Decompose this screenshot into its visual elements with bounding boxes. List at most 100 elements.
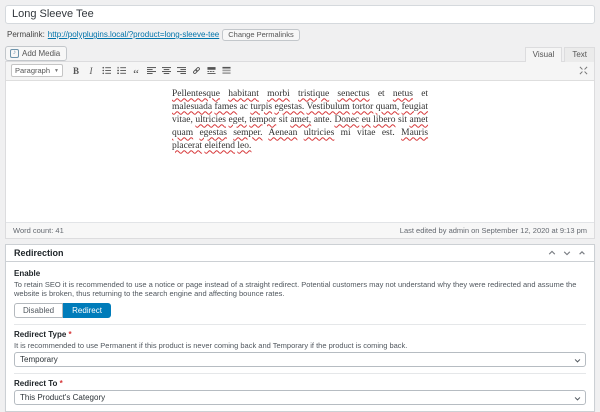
content-word: leo. xyxy=(237,141,251,151)
redirection-metabox-header: Redirection xyxy=(6,245,594,262)
content-word: mi xyxy=(341,128,351,138)
numbered-list-button[interactable] xyxy=(115,64,127,77)
link-icon xyxy=(192,63,201,78)
paragraph-format-dropdown[interactable]: Paragraph ▼ xyxy=(11,64,63,77)
toolbar-toggle-icon xyxy=(222,63,231,78)
edit-product-page: Permalink: http://polyplugins.local/?pro… xyxy=(0,0,600,412)
move-up-icon[interactable] xyxy=(548,249,556,257)
content-word: tortor xyxy=(352,102,373,112)
content-word: Vestibulum xyxy=(307,102,350,112)
align-right-button[interactable] xyxy=(175,64,187,77)
redirect-type-selected-value: Temporary xyxy=(20,355,58,364)
required-asterisk: * xyxy=(60,379,63,388)
bullet-list-button[interactable] xyxy=(100,64,112,77)
content-word: feugiat xyxy=(402,102,428,112)
required-asterisk: * xyxy=(69,330,72,339)
editor-mode-tabs: Visual Text xyxy=(525,47,595,62)
editor-tools-row: ♪ Add Media Visual Text xyxy=(5,44,595,61)
editor-content-area[interactable]: Pellentesque habitant morbi tristique se… xyxy=(6,81,594,222)
section-divider xyxy=(14,373,586,374)
permalink-url[interactable]: http://polyplugins.local/?product=long-s… xyxy=(48,30,219,39)
content-word: netus xyxy=(393,89,413,99)
more-tag-icon xyxy=(207,63,216,78)
content-word: placerat xyxy=(172,141,202,151)
editor-statusbar: Word count: 41 Last edited by admin on S… xyxy=(6,222,594,238)
more-tag-button[interactable] xyxy=(205,64,217,77)
editor-toolbar: Paragraph ▼ B I “ xyxy=(6,62,594,81)
redirection-metabox: Redirection Enable To retain SEO it is r… xyxy=(5,244,595,412)
italic-button[interactable]: I xyxy=(85,64,97,77)
redirect-to-label-text: Redirect To xyxy=(14,379,57,388)
content-word: egestas. xyxy=(274,102,304,112)
word-count-value: 41 xyxy=(55,226,63,235)
content-word: vitae, xyxy=(172,115,193,125)
move-down-icon[interactable] xyxy=(563,249,571,257)
toggle-panel-icon[interactable] xyxy=(578,249,586,257)
blockquote-icon: “ xyxy=(133,72,139,76)
align-left-button[interactable] xyxy=(145,64,157,77)
content-word: quam xyxy=(172,128,193,138)
content-word: tempor xyxy=(249,115,276,125)
content-word: malesuada xyxy=(172,102,212,112)
content-word: eleifend xyxy=(204,141,235,151)
chevron-down-icon xyxy=(574,357,581,366)
enable-description: To retain SEO it is recommended to use a… xyxy=(14,280,586,299)
redirect-to-selected-value: This Product's Category xyxy=(20,393,105,402)
media-icon: ♪ xyxy=(10,49,19,58)
content-word: semper. xyxy=(233,128,262,138)
align-right-icon xyxy=(177,63,186,78)
disabled-button[interactable]: Disabled xyxy=(14,303,63,318)
content-word: et xyxy=(421,89,428,99)
content-word: habitant xyxy=(228,89,259,99)
content-word: ante. xyxy=(314,115,332,125)
align-center-icon xyxy=(162,63,171,78)
post-title-input[interactable] xyxy=(5,5,595,24)
redirection-metabox-body: Enable To retain SEO it is recommended t… xyxy=(6,262,594,412)
align-left-icon xyxy=(147,63,156,78)
content-word: fames xyxy=(215,102,238,112)
paragraph-format-label: Paragraph xyxy=(15,66,50,75)
redirect-type-label-text: Redirect Type xyxy=(14,330,66,339)
word-count: Word count: 41 xyxy=(13,226,64,235)
permalink-label: Permalink: xyxy=(7,30,45,39)
redirect-button[interactable]: Redirect xyxy=(63,303,111,318)
align-center-button[interactable] xyxy=(160,64,172,77)
content-word: amet, xyxy=(290,115,311,125)
content-word: libero xyxy=(373,115,395,125)
content-word: sit xyxy=(279,115,288,125)
redirect-type-select[interactable]: Temporary xyxy=(14,352,586,367)
redirect-to-label: Redirect To * xyxy=(14,379,586,388)
metabox-handle-actions xyxy=(548,249,586,257)
tab-text[interactable]: Text xyxy=(564,47,595,62)
tab-visual[interactable]: Visual xyxy=(525,47,563,62)
content-word: senectus xyxy=(337,89,369,99)
section-divider xyxy=(14,324,586,325)
content-word: egestas xyxy=(199,128,226,138)
bold-button[interactable]: B xyxy=(70,64,82,77)
fullscreen-button[interactable] xyxy=(577,64,589,77)
content-word: ac xyxy=(240,102,248,112)
change-permalinks-button[interactable]: Change Permalinks xyxy=(222,29,299,41)
metabox-title[interactable]: Redirection xyxy=(14,248,64,258)
content-word: Donec xyxy=(334,115,359,125)
content-word: et xyxy=(378,89,385,99)
bullet-list-icon xyxy=(102,63,111,78)
word-count-label: Word count: xyxy=(13,226,53,235)
editor-container: Paragraph ▼ B I “ Pellentesque habitant … xyxy=(5,61,595,239)
content-word: ultricies xyxy=(304,128,335,138)
fullscreen-expand-icon xyxy=(579,63,588,78)
numbered-list-icon xyxy=(117,63,126,78)
link-button[interactable] xyxy=(190,64,202,77)
content-word: Pellentesque xyxy=(172,89,220,99)
content-word: sit xyxy=(398,115,407,125)
content-word: tristique xyxy=(298,89,329,99)
content-word: eu xyxy=(362,115,371,125)
permalink-row: Permalink: http://polyplugins.local/?pro… xyxy=(7,29,595,41)
toolbar-toggle-button[interactable] xyxy=(220,64,232,77)
add-media-button[interactable]: ♪ Add Media xyxy=(5,46,67,61)
content-word: quam, xyxy=(376,102,399,112)
redirect-type-description: It is recommended to use Permanent if th… xyxy=(14,341,586,351)
editor-content-paragraph: Pellentesque habitant morbi tristique se… xyxy=(172,88,428,153)
blockquote-button[interactable]: “ xyxy=(130,64,142,77)
content-word: eget, xyxy=(229,115,247,125)
